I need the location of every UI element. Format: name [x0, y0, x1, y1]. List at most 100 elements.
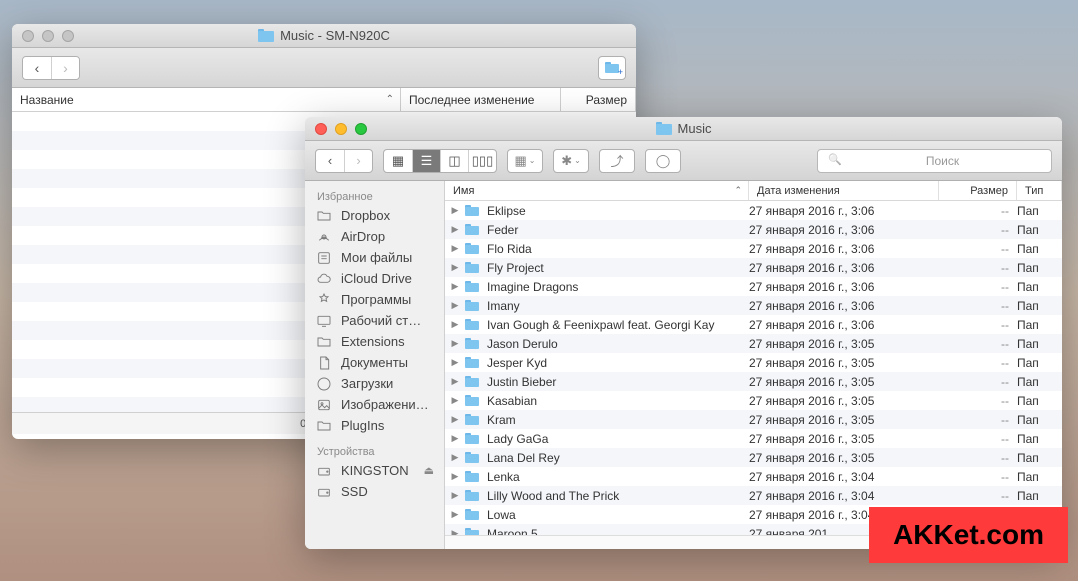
sidebar-item--[interactable]: Программы: [305, 289, 444, 310]
titlebar[interactable]: Music - SM-N920C: [12, 24, 636, 48]
sidebar-item-label: Программы: [341, 292, 411, 307]
close-button[interactable]: [315, 123, 327, 135]
sidebar-item-label: Рабочий ст…: [341, 313, 421, 328]
disclosure-triangle-icon[interactable]: ▶: [445, 243, 465, 254]
file-row[interactable]: ▶Eklipse27 января 2016 г., 3:06--Пап: [445, 201, 1062, 220]
sidebar-item--[interactable]: Изображени…: [305, 394, 444, 415]
sidebar-item--[interactable]: Рабочий ст…: [305, 310, 444, 331]
cloud-icon: [315, 271, 333, 286]
column-modified[interactable]: Дата изменения: [749, 181, 939, 200]
column-size[interactable]: Размер: [939, 181, 1017, 200]
disclosure-triangle-icon[interactable]: ▶: [445, 338, 465, 349]
file-row[interactable]: ▶Kasabian27 января 2016 г., 3:05--Пап: [445, 391, 1062, 410]
file-row[interactable]: ▶Flo Rida27 января 2016 г., 3:06--Пап: [445, 239, 1062, 258]
folder-icon: [315, 334, 333, 349]
disclosure-triangle-icon[interactable]: ▶: [445, 509, 465, 520]
file-type: Пап: [1017, 337, 1062, 351]
disclosure-triangle-icon[interactable]: ▶: [445, 300, 465, 311]
sidebar-device-kingston[interactable]: KINGSTON⏏: [305, 460, 444, 481]
file-type: Пап: [1017, 470, 1062, 484]
disclosure-triangle-icon[interactable]: ▶: [445, 376, 465, 387]
minimize-button[interactable]: [335, 123, 347, 135]
file-row[interactable]: ▶Imany27 января 2016 г., 3:06--Пап: [445, 296, 1062, 315]
column-modified[interactable]: Последнее изменение: [401, 88, 561, 111]
titlebar[interactable]: Music: [305, 117, 1062, 141]
column-headers: Имя Дата изменения Размер Тип: [445, 181, 1062, 201]
forward-button[interactable]: ›: [51, 57, 79, 79]
sidebar-item-airdrop[interactable]: AirDrop: [305, 226, 444, 247]
file-row[interactable]: ▶Justin Bieber27 января 2016 г., 3:05--П…: [445, 372, 1062, 391]
sidebar-device-ssd[interactable]: SSD: [305, 481, 444, 502]
file-type: Пап: [1017, 261, 1062, 275]
file-name: Lana Del Rey: [487, 451, 749, 465]
column-name[interactable]: Название: [12, 88, 401, 111]
disclosure-triangle-icon[interactable]: ▶: [445, 224, 465, 235]
sidebar-item--[interactable]: Документы: [305, 352, 444, 373]
sidebar-devices-header: Устройства: [305, 442, 444, 460]
share-button[interactable]: ⤴: [599, 149, 635, 173]
column-type[interactable]: Тип: [1017, 181, 1062, 200]
folder-icon: [465, 414, 487, 425]
sidebar-item-icloud-drive[interactable]: iCloud Drive: [305, 268, 444, 289]
action-button[interactable]: ✱⌄: [553, 149, 589, 173]
minimize-button[interactable]: [42, 30, 54, 42]
sidebar-item-dropbox[interactable]: Dropbox: [305, 205, 444, 226]
column-view-button[interactable]: ◫: [440, 150, 468, 172]
file-size: --: [939, 470, 1017, 484]
file-row[interactable]: ▶Imagine Dragons27 января 2016 г., 3:06-…: [445, 277, 1062, 296]
tags-button[interactable]: ◯: [645, 149, 681, 173]
disclosure-triangle-icon[interactable]: ▶: [445, 433, 465, 444]
column-headers: Название Последнее изменение Размер: [12, 88, 636, 112]
disclosure-triangle-icon[interactable]: ▶: [445, 452, 465, 463]
file-type: Пап: [1017, 318, 1062, 332]
sidebar-item-extensions[interactable]: Extensions: [305, 331, 444, 352]
file-row[interactable]: ▶Fly Project27 января 2016 г., 3:06--Пап: [445, 258, 1062, 277]
view-buttons: ▦ ☰ ◫ ▯▯▯: [383, 149, 497, 173]
arrange-button[interactable]: ▦⌄: [507, 149, 543, 173]
back-button[interactable]: ‹: [23, 57, 51, 79]
disclosure-triangle-icon[interactable]: ▶: [445, 490, 465, 501]
disclosure-triangle-icon[interactable]: ▶: [445, 319, 465, 330]
disclosure-triangle-icon[interactable]: ▶: [445, 262, 465, 273]
zoom-button[interactable]: [62, 30, 74, 42]
list-view-button[interactable]: ☰: [412, 150, 440, 172]
sidebar-item--[interactable]: Загрузки: [305, 373, 444, 394]
file-row[interactable]: ▶Lenka27 января 2016 г., 3:04--Пап: [445, 467, 1062, 486]
file-row[interactable]: ▶Ivan Gough & Feenixpawl feat. Georgi Ka…: [445, 315, 1062, 334]
file-row[interactable]: ▶Feder27 января 2016 г., 3:06--Пап: [445, 220, 1062, 239]
file-row[interactable]: ▶Lady GaGa27 января 2016 г., 3:05--Пап: [445, 429, 1062, 448]
folder-icon: [465, 528, 487, 535]
file-name: Kram: [487, 413, 749, 427]
file-row[interactable]: ▶Lana Del Rey27 января 2016 г., 3:05--Па…: [445, 448, 1062, 467]
disclosure-triangle-icon[interactable]: ▶: [445, 414, 465, 425]
disclosure-triangle-icon[interactable]: ▶: [445, 528, 465, 535]
file-row[interactable]: ▶Jesper Kyd27 января 2016 г., 3:05--Пап: [445, 353, 1062, 372]
back-button[interactable]: ‹: [316, 150, 344, 172]
gallery-view-button[interactable]: ▯▯▯: [468, 150, 496, 172]
icon-view-button[interactable]: ▦: [384, 150, 412, 172]
close-button[interactable]: [22, 30, 34, 42]
file-row[interactable]: ▶Lilly Wood and The Prick27 января 2016 …: [445, 486, 1062, 505]
disclosure-triangle-icon[interactable]: ▶: [445, 395, 465, 406]
sidebar-item-plugins[interactable]: PlugIns: [305, 415, 444, 436]
file-row[interactable]: ▶Jason Derulo27 января 2016 г., 3:05--Па…: [445, 334, 1062, 353]
column-name[interactable]: Имя: [445, 181, 749, 200]
disclosure-triangle-icon[interactable]: ▶: [445, 281, 465, 292]
sidebar-item--[interactable]: Мои файлы: [305, 247, 444, 268]
sidebar-item-label: AirDrop: [341, 229, 385, 244]
disclosure-triangle-icon[interactable]: ▶: [445, 357, 465, 368]
file-name: Lilly Wood and The Prick: [487, 489, 749, 503]
file-row[interactable]: ▶Kram27 января 2016 г., 3:05--Пап: [445, 410, 1062, 429]
disclosure-triangle-icon[interactable]: ▶: [445, 205, 465, 216]
watermark: AKKet.com: [869, 507, 1068, 563]
file-name: Imagine Dragons: [487, 280, 749, 294]
new-folder-button[interactable]: +: [598, 56, 626, 80]
forward-button[interactable]: ›: [344, 150, 372, 172]
column-size[interactable]: Размер: [561, 88, 636, 111]
file-list[interactable]: ▶Eklipse27 января 2016 г., 3:06--Пап▶Fed…: [445, 201, 1062, 535]
file-type: Пап: [1017, 356, 1062, 370]
eject-icon[interactable]: ⏏: [424, 464, 434, 477]
disclosure-triangle-icon[interactable]: ▶: [445, 471, 465, 482]
search-input[interactable]: [817, 149, 1052, 173]
zoom-button[interactable]: [355, 123, 367, 135]
